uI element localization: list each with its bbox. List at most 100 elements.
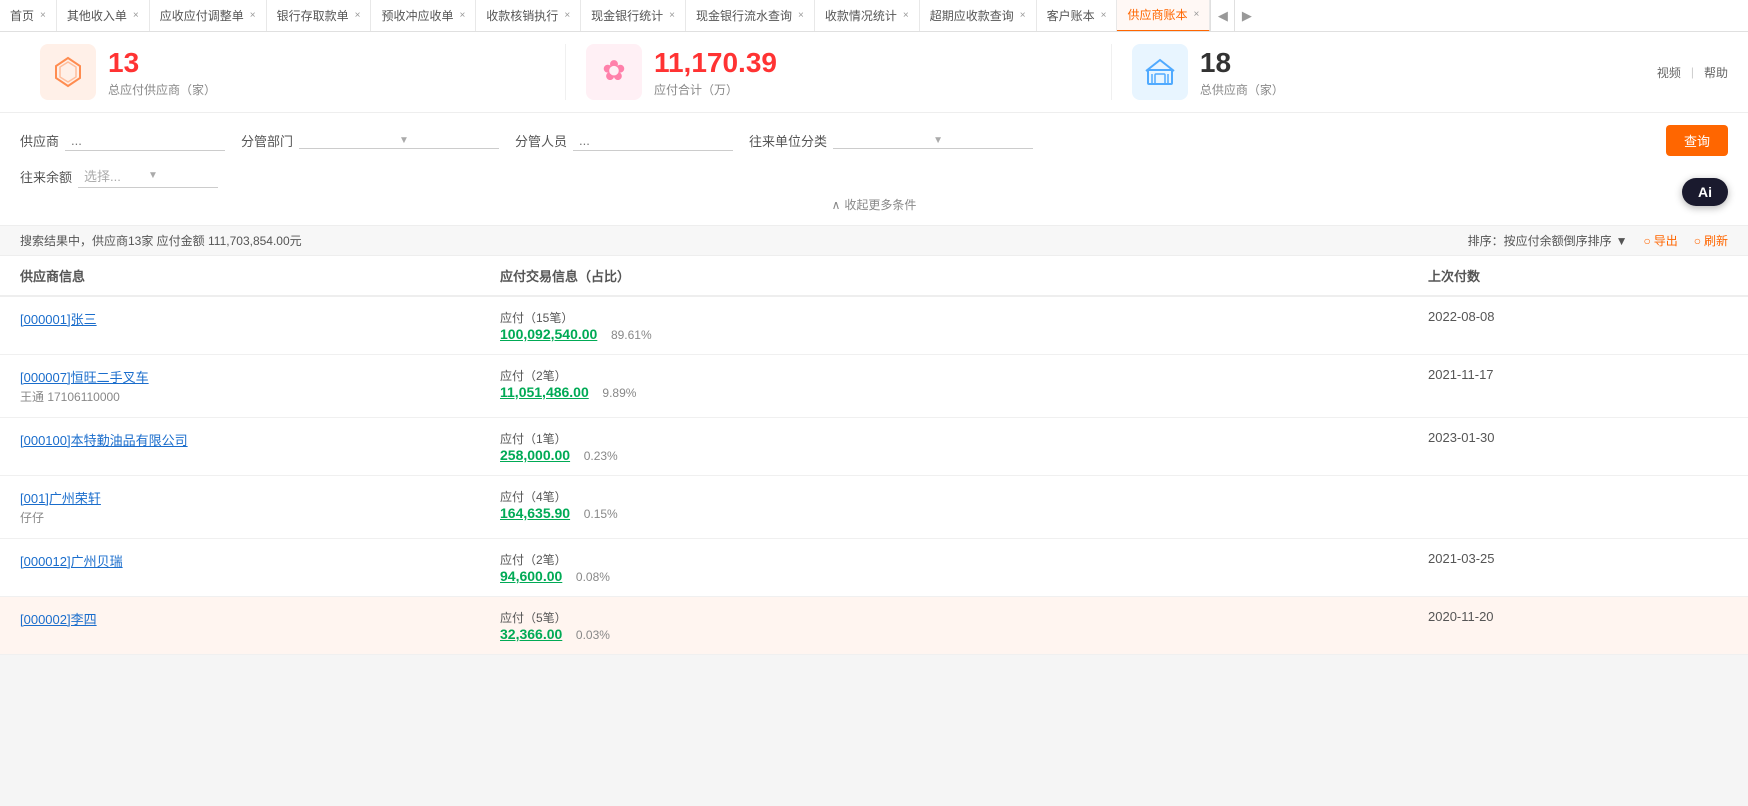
- tab-prepay-offset-close[interactable]: ×: [459, 10, 465, 21]
- tab-overdue-ar-label: 超期应收款查询: [930, 7, 1014, 24]
- table-row: [001]广州荣轩 仔仔 应付（4笔） 164,635.90 0.15%: [0, 476, 1748, 539]
- tab-cash-bank-stats[interactable]: 现金银行统计 ×: [581, 0, 686, 32]
- tab-supplier-ledger[interactable]: 供应商账本 ×: [1117, 0, 1210, 32]
- tab-other-income[interactable]: 其他收入单 ×: [57, 0, 150, 32]
- tab-prepay-offset[interactable]: 预收冲应收单 ×: [371, 0, 476, 32]
- stat-payable-suppliers: 13 总应付供应商（家）: [20, 44, 565, 100]
- help-link[interactable]: 帮助: [1704, 64, 1728, 81]
- supplier-link-1[interactable]: [000007]恒旺二手叉车: [20, 370, 149, 385]
- tx-info-2: 应付（1笔） 258,000.00 0.23%: [500, 430, 1428, 463]
- video-link[interactable]: 视频: [1657, 64, 1681, 81]
- dept-select[interactable]: ▼: [299, 133, 499, 149]
- tab-cash-flow-close[interactable]: ×: [798, 10, 804, 21]
- tab-collection-exec[interactable]: 收款核销执行 ×: [476, 0, 581, 32]
- tx-info-3: 应付（4笔） 164,635.90 0.15%: [500, 488, 1428, 521]
- category-label: 往来单位分类: [749, 131, 827, 150]
- tab-collection-exec-label: 收款核销执行: [486, 7, 558, 24]
- collapse-button[interactable]: ∧ 收起更多条件: [20, 196, 1728, 213]
- supplier-link-5[interactable]: [000002]李四: [20, 612, 97, 627]
- category-select[interactable]: ▼: [833, 133, 1033, 149]
- export-icon: ○: [1643, 234, 1650, 248]
- stat-payable-suppliers-text: 13 总应付供应商（家）: [108, 46, 216, 99]
- tx-percent-3: 0.15%: [584, 507, 618, 521]
- tab-ap-adjust[interactable]: 应收应付调整单 ×: [150, 0, 267, 32]
- tab-overdue-ar-close[interactable]: ×: [1020, 10, 1026, 21]
- balance-select[interactable]: 选择... ▼: [78, 164, 218, 188]
- table-row: [000012]广州贝瑞 应付（2笔） 94,600.00 0.08% 2021…: [0, 539, 1748, 597]
- stat-payable-suppliers-num: 13: [108, 46, 216, 80]
- tab-home[interactable]: 首页 ×: [0, 0, 57, 32]
- tab-bank-deposit-close[interactable]: ×: [355, 10, 361, 21]
- tab-overdue-ar[interactable]: 超期应收款查询 ×: [920, 0, 1037, 32]
- refresh-button[interactable]: ○ 刷新: [1694, 232, 1728, 249]
- tab-other-income-close[interactable]: ×: [133, 10, 139, 21]
- table-row: [000007]恒旺二手叉车 王通 17106110000 应付（2笔） 11,…: [0, 355, 1748, 418]
- supplier-link-2[interactable]: [000100]本特勤油品有限公司: [20, 433, 188, 448]
- tab-customer-ledger[interactable]: 客户账本 ×: [1037, 0, 1118, 32]
- stat-payable-amount-text: 11,170.39 应付合计（万）: [654, 46, 777, 99]
- supplier-link-0[interactable]: [000001]张三: [20, 312, 97, 327]
- supplier-input[interactable]: [65, 131, 225, 151]
- tab-supplier-ledger-close[interactable]: ×: [1193, 9, 1199, 20]
- stat-total-suppliers-label: 总供应商（家）: [1200, 81, 1284, 98]
- export-button[interactable]: ○ 导出: [1643, 232, 1677, 249]
- tab-prepay-offset-label: 预收冲应收单: [381, 7, 453, 24]
- supplier-info-3: [001]广州荣轩 仔仔: [20, 488, 500, 526]
- tx-label-5: 应付（5笔）: [500, 609, 1428, 626]
- balance-select-value: 选择...: [84, 166, 148, 185]
- person-input[interactable]: [573, 131, 733, 151]
- tx-amount-1[interactable]: 11,051,486.00: [500, 384, 589, 400]
- tab-cash-bank-stats-close[interactable]: ×: [669, 10, 675, 21]
- last-pay-2: 2023-01-30: [1428, 430, 1728, 445]
- tab-customer-ledger-close[interactable]: ×: [1101, 10, 1107, 21]
- tab-collection-stats-close[interactable]: ×: [903, 10, 909, 21]
- tab-bank-deposit-label: 银行存取款单: [277, 7, 349, 24]
- query-button[interactable]: 查询: [1666, 125, 1728, 156]
- help-links: 视频 | 帮助: [1657, 64, 1728, 81]
- supplier-sub-1: 王通 17106110000: [20, 388, 500, 405]
- tx-amount-4[interactable]: 94,600.00: [500, 568, 562, 584]
- last-pay-0: 2022-08-08: [1428, 309, 1728, 324]
- ai-button[interactable]: Ai: [1682, 178, 1728, 206]
- supplier-link-3[interactable]: [001]广州荣轩: [20, 491, 101, 506]
- supplier-label: 供应商: [20, 131, 59, 150]
- balance-label: 往来余额: [20, 167, 72, 186]
- store-icon: [1132, 44, 1188, 100]
- result-summary: 搜索结果中，供应商13家 应付金额 111,703,854.00元: [20, 232, 302, 249]
- tx-amount-5[interactable]: 32,366.00: [500, 626, 562, 642]
- filter-category: 往来单位分类 ▼: [749, 131, 1033, 150]
- supplier-info-2: [000100]本特勤油品有限公司: [20, 430, 500, 449]
- ai-button-label: Ai: [1698, 184, 1712, 200]
- tx-amount-3[interactable]: 164,635.90: [500, 505, 570, 521]
- tab-cash-flow-label: 现金银行流水查询: [696, 7, 792, 24]
- tab-collection-exec-close[interactable]: ×: [564, 10, 570, 21]
- filter-row-1: 供应商 分管部门 ▼ 分管人员 往来单位分类 ▼ 查询: [20, 125, 1728, 156]
- tx-percent-5: 0.03%: [576, 628, 610, 642]
- tab-ap-adjust-close[interactable]: ×: [250, 10, 256, 21]
- sort-select[interactable]: 排序：按应付余额倒序排序 ▼: [1468, 232, 1628, 249]
- supplier-info-4: [000012]广州贝瑞: [20, 551, 500, 570]
- tab-bank-deposit[interactable]: 银行存取款单 ×: [267, 0, 372, 32]
- result-bar: 搜索结果中，供应商13家 应付金额 111,703,854.00元 排序：按应付…: [0, 226, 1748, 256]
- tab-home-close[interactable]: ×: [40, 10, 46, 21]
- supplier-link-4[interactable]: [000012]广州贝瑞: [20, 554, 123, 569]
- tab-collection-stats[interactable]: 收款情况统计 ×: [815, 0, 920, 32]
- supplier-info-5: [000002]李四: [20, 609, 500, 628]
- tab-collection-stats-label: 收款情况统计: [825, 7, 897, 24]
- supplier-sub-3: 仔仔: [20, 509, 500, 526]
- tx-percent-2: 0.23%: [584, 449, 618, 463]
- tab-cash-flow[interactable]: 现金银行流水查询 ×: [686, 0, 815, 32]
- stat-total-suppliers-text: 18 总供应商（家）: [1200, 46, 1284, 99]
- main-content: 供应商信息 应付交易信息（占比） 上次付数 [000001]张三 应付（15笔）…: [0, 256, 1748, 806]
- stats-bar: 13 总应付供应商（家） ✿ 11,170.39 应付合计（万） 18: [0, 32, 1748, 113]
- tx-label-2: 应付（1笔）: [500, 430, 1428, 447]
- tx-info-1: 应付（2笔） 11,051,486.00 9.89%: [500, 367, 1428, 400]
- tx-info-0: 应付（15笔） 100,092,540.00 89.61%: [500, 309, 1428, 342]
- nav-next-arrow[interactable]: ▶: [1234, 0, 1258, 32]
- balance-dropdown-arrow: ▼: [148, 170, 212, 181]
- tx-label-4: 应付（2笔）: [500, 551, 1428, 568]
- tx-amount-2[interactable]: 258,000.00: [500, 447, 570, 463]
- last-pay-1: 2021-11-17: [1428, 367, 1728, 382]
- nav-prev-arrow[interactable]: ◀: [1210, 0, 1234, 32]
- tx-amount-0[interactable]: 100,092,540.00: [500, 326, 597, 342]
